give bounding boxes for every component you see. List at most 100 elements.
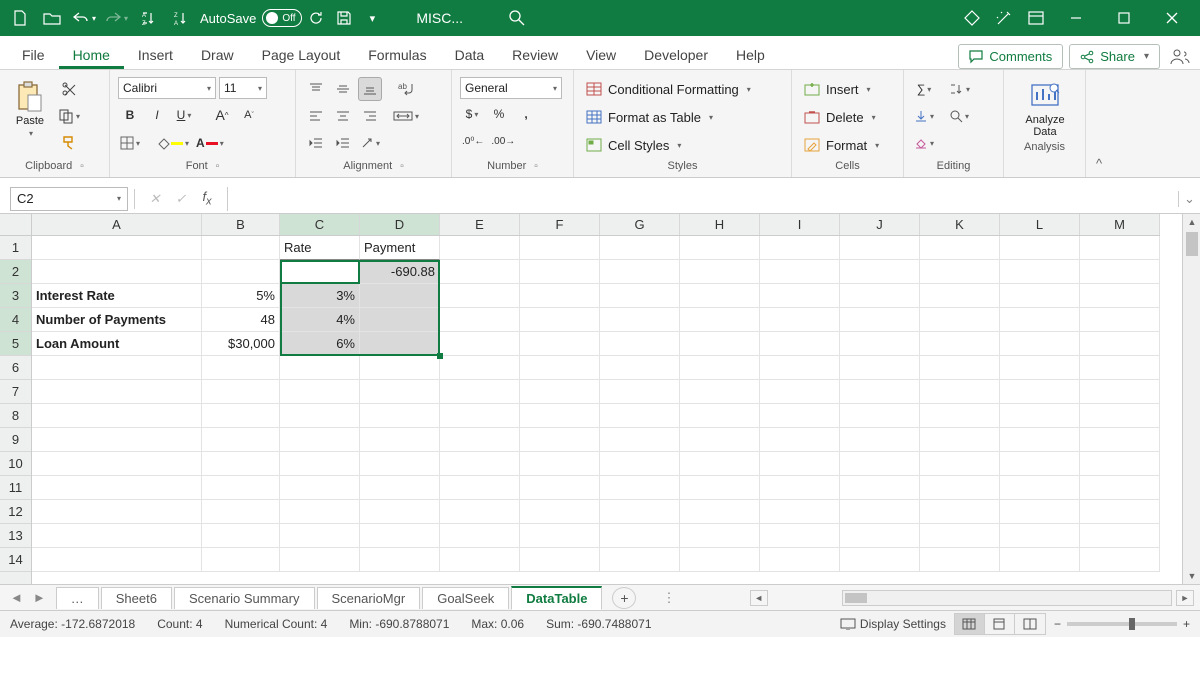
- cell-D6[interactable]: [360, 356, 440, 380]
- cell-D2[interactable]: -690.88: [360, 260, 440, 284]
- cell-I11[interactable]: [760, 476, 840, 500]
- align-middle-icon[interactable]: [331, 77, 355, 101]
- tab-home[interactable]: Home: [59, 41, 124, 69]
- sheet-nav-next-icon[interactable]: ►: [29, 588, 50, 607]
- sheet-tab-more[interactable]: …: [56, 587, 99, 609]
- hscroll-thumb[interactable]: [845, 593, 867, 603]
- cell-D8[interactable]: [360, 404, 440, 428]
- cell-G6[interactable]: [600, 356, 680, 380]
- enter-formula-icon[interactable]: ✓: [171, 191, 191, 207]
- cell-A5[interactable]: Loan Amount: [32, 332, 202, 356]
- minimize-button[interactable]: [1054, 4, 1098, 32]
- refresh-icon[interactable]: [302, 4, 330, 32]
- cell-C8[interactable]: [280, 404, 360, 428]
- search-icon[interactable]: [503, 4, 531, 32]
- cell-B7[interactable]: [202, 380, 280, 404]
- row-header-7[interactable]: 7: [0, 380, 31, 404]
- row-header-11[interactable]: 11: [0, 476, 31, 500]
- close-button[interactable]: [1150, 4, 1194, 32]
- people-icon[interactable]: [1170, 48, 1192, 69]
- cell-D1[interactable]: Payment: [360, 236, 440, 260]
- cell-L6[interactable]: [1000, 356, 1080, 380]
- col-header-H[interactable]: H: [680, 214, 760, 235]
- tab-developer[interactable]: Developer: [630, 41, 722, 69]
- cell-K9[interactable]: [920, 428, 1000, 452]
- tab-page-layout[interactable]: Page Layout: [248, 41, 355, 69]
- cell-I12[interactable]: [760, 500, 840, 524]
- select-all-corner[interactable]: [0, 214, 32, 236]
- copy-button[interactable]: ▾: [56, 104, 82, 128]
- row-header-13[interactable]: 13: [0, 524, 31, 548]
- cell-G10[interactable]: [600, 452, 680, 476]
- cell-A9[interactable]: [32, 428, 202, 452]
- cell-E10[interactable]: [440, 452, 520, 476]
- align-right-icon[interactable]: [358, 104, 382, 128]
- add-sheet-button[interactable]: +: [612, 587, 636, 609]
- zoom-in-button[interactable]: +: [1183, 617, 1190, 631]
- page-break-view-icon[interactable]: [1015, 614, 1045, 634]
- insert-function-icon[interactable]: fx: [197, 189, 217, 208]
- cell-M8[interactable]: [1080, 404, 1160, 428]
- horizontal-scrollbar[interactable]: [842, 590, 1172, 606]
- cell-H12[interactable]: [680, 500, 760, 524]
- cell-H4[interactable]: [680, 308, 760, 332]
- qat-more-icon[interactable]: ▾: [358, 4, 386, 32]
- cell-M4[interactable]: [1080, 308, 1160, 332]
- cell-K2[interactable]: [920, 260, 1000, 284]
- hscroll-left-icon[interactable]: ◄: [750, 590, 768, 606]
- cell-D7[interactable]: [360, 380, 440, 404]
- row-header-6[interactable]: 6: [0, 356, 31, 380]
- cells-area[interactable]: Rate Payment -690.88 Interest Rate 5% 3%: [32, 236, 1182, 584]
- cell-L5[interactable]: [1000, 332, 1080, 356]
- analyze-data-button[interactable]: AnalyzeData: [1012, 74, 1078, 138]
- cell-J4[interactable]: [840, 308, 920, 332]
- font-name-select[interactable]: Calibri▾: [118, 77, 216, 99]
- col-header-E[interactable]: E: [440, 214, 520, 235]
- name-box[interactable]: C2▾: [10, 187, 128, 211]
- cell-F5[interactable]: [520, 332, 600, 356]
- cell-L7[interactable]: [1000, 380, 1080, 404]
- hscroll-right-icon[interactable]: ►: [1176, 590, 1194, 606]
- cell-I10[interactable]: [760, 452, 840, 476]
- cell-G3[interactable]: [600, 284, 680, 308]
- cell-C10[interactable]: [280, 452, 360, 476]
- cell-D9[interactable]: [360, 428, 440, 452]
- zoom-out-button[interactable]: −: [1054, 617, 1061, 631]
- col-header-L[interactable]: L: [1000, 214, 1080, 235]
- col-header-J[interactable]: J: [840, 214, 920, 235]
- conditional-formatting-button[interactable]: Conditional Formatting▾: [582, 77, 755, 101]
- cell-L14[interactable]: [1000, 548, 1080, 572]
- cell-D5[interactable]: [360, 332, 440, 356]
- cell-L4[interactable]: [1000, 308, 1080, 332]
- cell-E3[interactable]: [440, 284, 520, 308]
- cell-E2[interactable]: [440, 260, 520, 284]
- cell-J6[interactable]: [840, 356, 920, 380]
- number-format-select[interactable]: General▾: [460, 77, 562, 99]
- row-header-14[interactable]: 14: [0, 548, 31, 572]
- cell-L3[interactable]: [1000, 284, 1080, 308]
- cell-C9[interactable]: [280, 428, 360, 452]
- cell-E4[interactable]: [440, 308, 520, 332]
- cell-M1[interactable]: [1080, 236, 1160, 260]
- wand-icon[interactable]: [990, 4, 1018, 32]
- cell-J2[interactable]: [840, 260, 920, 284]
- cell-C5[interactable]: 6%: [280, 332, 360, 356]
- cell-M14[interactable]: [1080, 548, 1160, 572]
- decrease-indent-icon[interactable]: [304, 131, 328, 155]
- cell-B14[interactable]: [202, 548, 280, 572]
- cell-A11[interactable]: [32, 476, 202, 500]
- cell-M11[interactable]: [1080, 476, 1160, 500]
- col-header-B[interactable]: B: [202, 214, 280, 235]
- tab-review[interactable]: Review: [498, 41, 572, 69]
- cell-J12[interactable]: [840, 500, 920, 524]
- format-cells-button[interactable]: Format ▾: [800, 133, 883, 157]
- cell-G4[interactable]: [600, 308, 680, 332]
- cell-L11[interactable]: [1000, 476, 1080, 500]
- cell-M9[interactable]: [1080, 428, 1160, 452]
- cell-I1[interactable]: [760, 236, 840, 260]
- cell-G9[interactable]: [600, 428, 680, 452]
- cell-A3[interactable]: Interest Rate: [32, 284, 202, 308]
- italic-button[interactable]: I: [145, 103, 169, 127]
- cell-A4[interactable]: Number of Payments: [32, 308, 202, 332]
- cell-B8[interactable]: [202, 404, 280, 428]
